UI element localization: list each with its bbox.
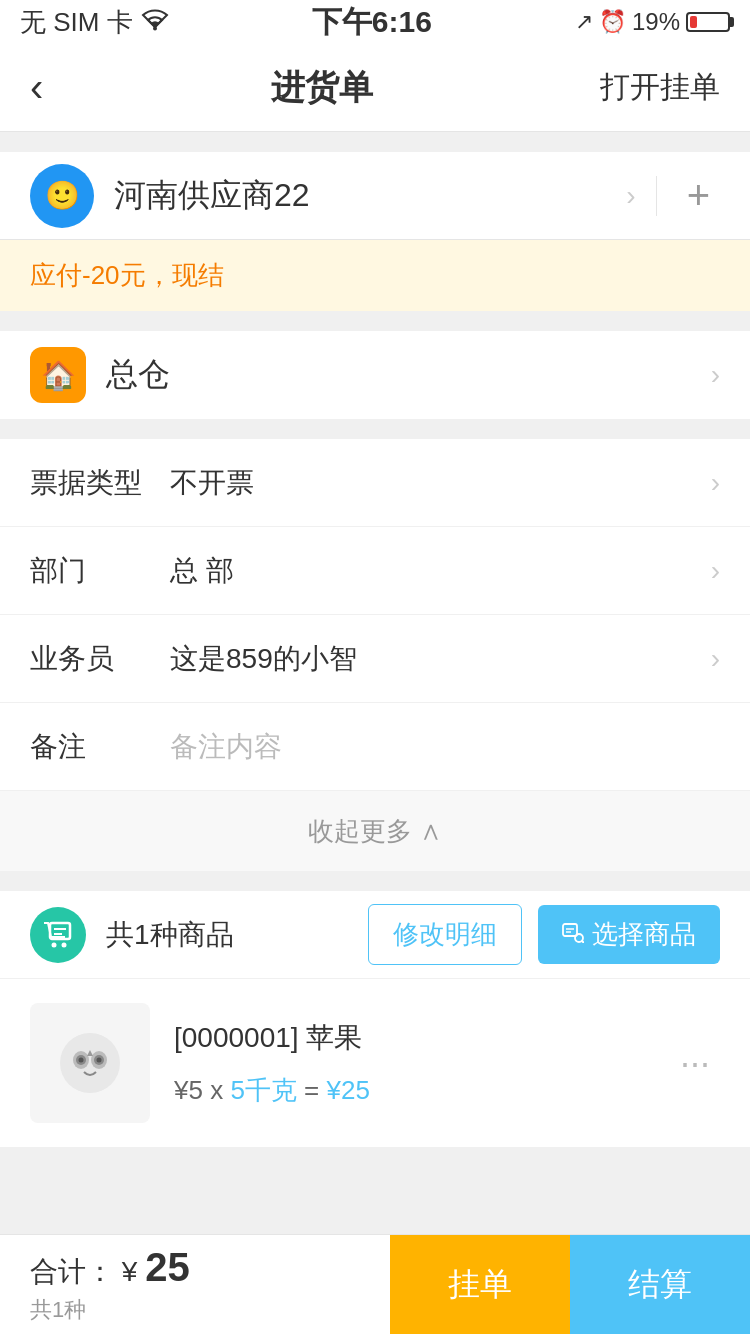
select-product-button[interactable]: 选择商品 (538, 905, 720, 964)
form-section: 票据类型 不开票 › 部门 总 部 › 业务员 这是859的小智 › 备注 备注… (0, 439, 750, 791)
supplier-avatar-icon: 🙂 (45, 179, 80, 212)
select-product-icon (562, 919, 584, 950)
total-count: 共1种 (30, 1295, 360, 1325)
page-title: 进货单 (271, 65, 373, 111)
unit-price: ¥5 x (174, 1075, 230, 1105)
status-right: ↗ ⏰ 19% (575, 8, 730, 36)
total-label: 合计： (30, 1256, 114, 1287)
collapse-label: 收起更多 ∧ (308, 814, 441, 849)
products-icon-wrap (30, 907, 86, 963)
department-chevron-icon: › (711, 555, 720, 587)
battery-icon (686, 12, 730, 32)
product-item: [0000001] 苹果 ¥5 x 5千克 = ¥25 ··· (0, 979, 750, 1148)
bottom-bar: 合计： ¥ 25 共1种 挂单 结算 (0, 1234, 750, 1334)
battery-percentage: 19% (632, 8, 680, 36)
owl-icon (55, 1028, 125, 1098)
department-value: 总 部 (170, 552, 711, 590)
time-label: 下午6:16 (312, 2, 432, 43)
total-section: 合计： ¥ 25 共1种 (0, 1235, 390, 1334)
salesperson-value: 这是859的小智 (170, 640, 711, 678)
total-price: ¥25 (327, 1075, 370, 1105)
supplier-avatar: 🙂 (30, 164, 94, 228)
svg-point-0 (153, 26, 157, 30)
products-header: 共1种商品 修改明细 选择商品 (0, 891, 750, 979)
product-thumbnail (30, 1003, 150, 1123)
product-info: [0000001] 苹果 ¥5 x 5千克 = ¥25 (174, 1019, 670, 1108)
wifi-icon (141, 7, 169, 38)
warehouse-icon-wrap: 🏠 (30, 347, 86, 403)
status-left: 无 SIM 卡 (20, 5, 169, 40)
add-button[interactable]: + (677, 163, 720, 228)
section-gap-1 (0, 132, 750, 152)
svg-point-17 (97, 1058, 102, 1063)
product-price: ¥5 x 5千克 = ¥25 (174, 1073, 670, 1108)
svg-point-9 (575, 934, 583, 942)
product-code: [0000001] 苹果 (174, 1022, 362, 1053)
ticket-type-label: 票据类型 (30, 464, 150, 502)
chevron-right-icon: › (626, 180, 635, 212)
back-button[interactable]: ‹ (30, 65, 43, 110)
quantity-value: 5千克 (230, 1075, 296, 1105)
status-bar: 无 SIM 卡 下午6:16 ↗ ⏰ 19% (0, 0, 750, 44)
department-label: 部门 (30, 552, 150, 590)
svg-point-16 (79, 1058, 84, 1063)
products-section: 共1种商品 修改明细 选择商品 (0, 891, 750, 1148)
svg-point-4 (52, 942, 57, 947)
products-count: 共1种商品 (106, 916, 368, 954)
currency-symbol: ¥ (122, 1256, 145, 1287)
location-icon: ↗ (575, 9, 593, 35)
remark-label: 备注 (30, 728, 150, 766)
total-row: 合计： ¥ 25 (30, 1245, 360, 1291)
warehouse-icon: 🏠 (41, 359, 76, 392)
equals-sign: = (304, 1075, 326, 1105)
total-amount: 25 (145, 1245, 190, 1289)
warehouse-section: 🏠 总仓 › (0, 331, 750, 419)
warning-banner: 应付-20元，现结 (0, 240, 750, 311)
edit-detail-button[interactable]: 修改明细 (368, 904, 522, 965)
alarm-icon: ⏰ (599, 9, 626, 35)
svg-line-10 (582, 941, 584, 943)
select-product-label: 选择商品 (592, 917, 696, 952)
salesperson-label: 业务员 (30, 640, 150, 678)
department-row[interactable]: 部门 总 部 › (0, 527, 750, 615)
supplier-name: 河南供应商22 (114, 174, 626, 218)
salesperson-chevron-icon: › (711, 643, 720, 675)
section-gap-3 (0, 419, 750, 439)
section-gap-2 (0, 311, 750, 331)
svg-point-5 (62, 942, 67, 947)
remark-input[interactable]: 备注内容 (170, 728, 720, 766)
ticket-type-value: 不开票 (170, 464, 711, 502)
checkout-button[interactable]: 结算 (570, 1235, 750, 1334)
cart-icon (42, 921, 74, 949)
supplier-section: 🙂 河南供应商22 › + 应付-20元，现结 (0, 152, 750, 311)
supplier-divider (656, 176, 657, 216)
svg-point-11 (60, 1033, 120, 1093)
section-gap-4 (0, 871, 750, 891)
ticket-type-chevron-icon: › (711, 467, 720, 499)
salesperson-row[interactable]: 业务员 这是859的小智 › (0, 615, 750, 703)
product-more-button[interactable]: ··· (670, 1032, 720, 1094)
warehouse-row[interactable]: 🏠 总仓 › (0, 331, 750, 419)
hold-button[interactable]: 挂单 (390, 1235, 570, 1334)
carrier-label: 无 SIM 卡 (20, 5, 133, 40)
nav-bar: ‹ 进货单 打开挂单 (0, 44, 750, 132)
battery-fill (690, 16, 697, 28)
remark-row[interactable]: 备注 备注内容 (0, 703, 750, 791)
open-hold-button[interactable]: 打开挂单 (600, 67, 720, 108)
supplier-row[interactable]: 🙂 河南供应商22 › + (0, 152, 750, 240)
ticket-type-row[interactable]: 票据类型 不开票 › (0, 439, 750, 527)
collapse-row[interactable]: 收起更多 ∧ (0, 791, 750, 871)
product-name: [0000001] 苹果 (174, 1019, 670, 1057)
svg-rect-6 (563, 924, 577, 936)
warehouse-name: 总仓 (106, 353, 711, 397)
warning-text: 应付-20元，现结 (30, 260, 224, 290)
warehouse-chevron-icon: › (711, 359, 720, 391)
